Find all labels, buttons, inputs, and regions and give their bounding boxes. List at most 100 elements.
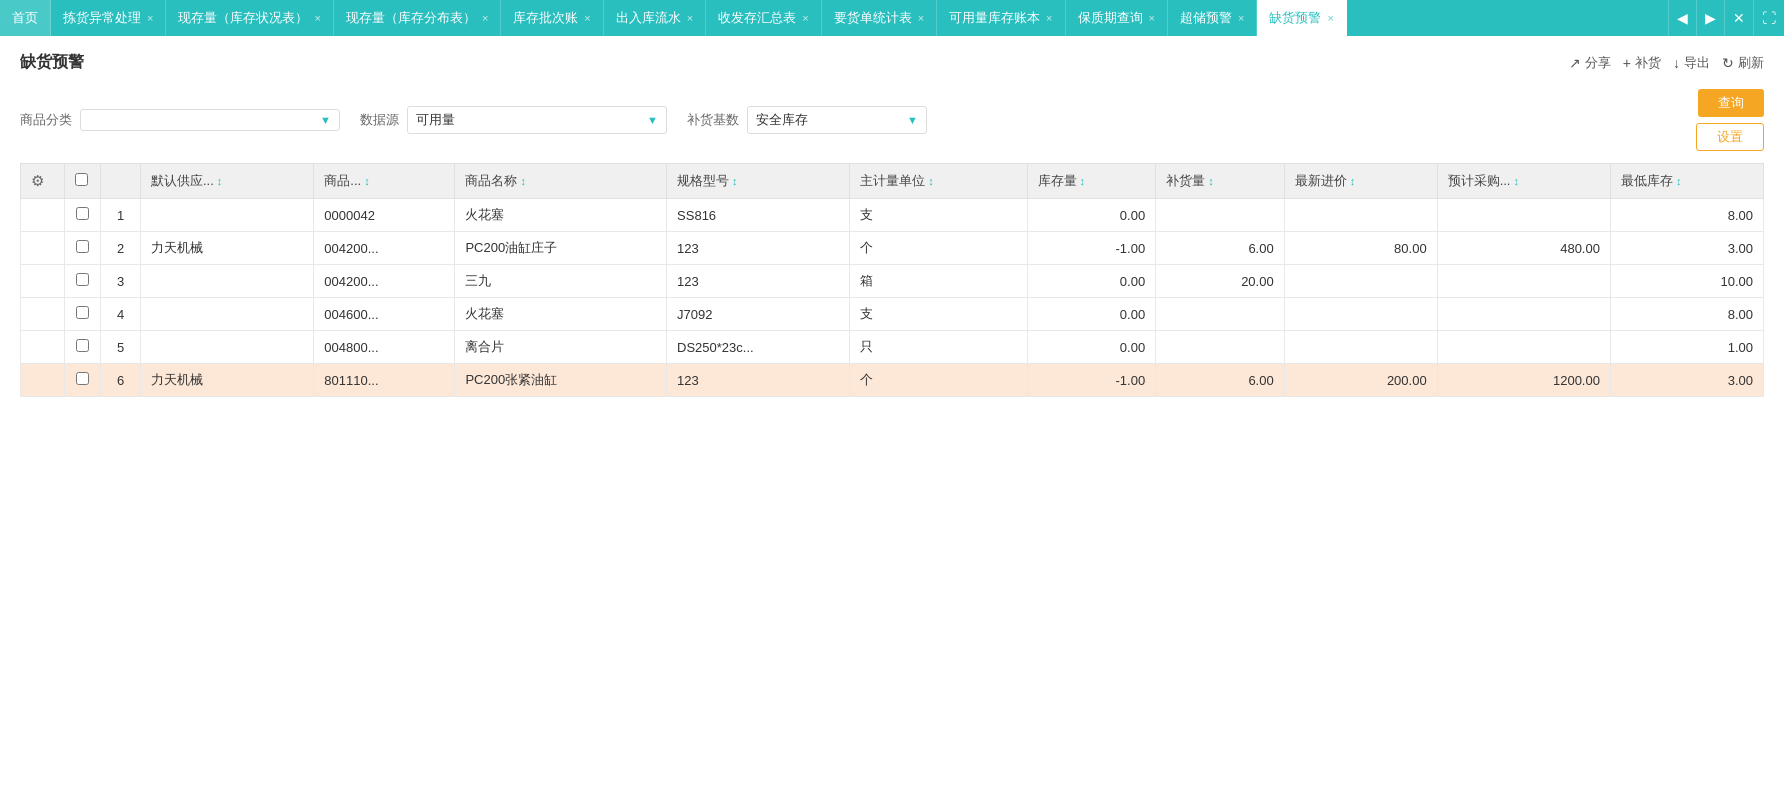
- table-row[interactable]: 5 004800... 离合片 DS250*23c... 只 0.00 1.00: [21, 331, 1764, 364]
- tab-3[interactable]: 现存量（库存分布表） ×: [334, 0, 501, 36]
- th-product-code[interactable]: 商品... ↕: [314, 164, 455, 199]
- row-unit-2: 箱: [850, 265, 1027, 298]
- row-latest-price-0: [1284, 199, 1437, 232]
- row-replenish-3: [1156, 298, 1285, 331]
- th-latest-price[interactable]: 最新进价 ↕: [1284, 164, 1437, 199]
- th-settings[interactable]: ⚙: [21, 164, 65, 199]
- share-button[interactable]: ↗ 分享: [1569, 54, 1611, 72]
- refresh-label: 刷新: [1738, 54, 1764, 72]
- tab-close-11[interactable]: ×: [1327, 12, 1333, 24]
- row-name-3: 火花塞: [455, 298, 667, 331]
- th-default-supplier[interactable]: 默认供应... ↕: [141, 164, 314, 199]
- tab-close-2[interactable]: ×: [314, 12, 320, 24]
- row-stock-1: -1.00: [1027, 232, 1156, 265]
- row-checkbox-2[interactable]: [76, 273, 89, 286]
- row-checkbox-cell[interactable]: [65, 364, 101, 397]
- refresh-icon: ↻: [1722, 55, 1734, 71]
- query-button[interactable]: 查询: [1698, 89, 1764, 117]
- column-settings-icon[interactable]: ⚙: [31, 172, 44, 189]
- table-row[interactable]: 6 力天机械 801110... PC200张紧油缸 123 个 -1.00 6…: [21, 364, 1764, 397]
- row-unit-4: 只: [850, 331, 1027, 364]
- row-supplier-0: [141, 199, 314, 232]
- tab-8[interactable]: 可用量库存账本 ×: [937, 0, 1065, 36]
- row-latest-price-4: [1284, 331, 1437, 364]
- tab-9[interactable]: 保质期查询 ×: [1066, 0, 1168, 36]
- tab-close-4[interactable]: ×: [584, 12, 590, 24]
- th-spec[interactable]: 规格型号 ↕: [667, 164, 850, 199]
- row-index-4: 5: [101, 331, 141, 364]
- th-replenish[interactable]: 补货量 ↕: [1156, 164, 1285, 199]
- settings-button[interactable]: 设置: [1696, 123, 1764, 151]
- row-replenish-4: [1156, 331, 1285, 364]
- refresh-button[interactable]: ↻ 刷新: [1722, 54, 1764, 72]
- tab-6[interactable]: 收发存汇总表 ×: [706, 0, 821, 36]
- category-label: 商品分类: [20, 111, 72, 129]
- row-checkbox-0[interactable]: [76, 207, 89, 220]
- row-checkbox-5[interactable]: [76, 372, 89, 385]
- tab-11-active[interactable]: 缺货预警 ×: [1257, 0, 1346, 36]
- export-button[interactable]: ↓ 导出: [1673, 54, 1710, 72]
- tab-home[interactable]: 首页: [0, 0, 51, 36]
- tab-7[interactable]: 要货单统计表 ×: [822, 0, 937, 36]
- table-row[interactable]: 2 力天机械 004200... PC200油缸庄子 123 个 -1.00 6…: [21, 232, 1764, 265]
- tab-5[interactable]: 出入库流水 ×: [604, 0, 706, 36]
- row-checkbox-1[interactable]: [76, 240, 89, 253]
- table-row[interactable]: 3 004200... 三九 123 箱 0.00 20.00 10.00: [21, 265, 1764, 298]
- category-select[interactable]: ▼: [80, 109, 340, 131]
- tab-close-7[interactable]: ×: [918, 12, 924, 24]
- row-checkbox-4[interactable]: [76, 339, 89, 352]
- th-stock[interactable]: 库存量 ↕: [1027, 164, 1156, 199]
- row-code-0: 0000042: [314, 199, 455, 232]
- row-code-1: 004200...: [314, 232, 455, 265]
- tab-close-10[interactable]: ×: [1238, 12, 1244, 24]
- row-checkbox-3[interactable]: [76, 306, 89, 319]
- tab-close-3[interactable]: ×: [482, 12, 488, 24]
- th-product-name[interactable]: 商品名称 ↕: [455, 164, 667, 199]
- datasource-value: 可用量: [416, 111, 455, 129]
- tab-10[interactable]: 超储预警 ×: [1168, 0, 1257, 36]
- tab-1[interactable]: 拣货异常处理 ×: [51, 0, 166, 36]
- row-stock-4: 0.00: [1027, 331, 1156, 364]
- row-unit-0: 支: [850, 199, 1027, 232]
- th-est-purchase[interactable]: 预计采购... ↕: [1437, 164, 1610, 199]
- table-row[interactable]: 1 0000042 火花塞 SS816 支 0.00 8.00: [21, 199, 1764, 232]
- datasource-select[interactable]: 可用量 ▼: [407, 106, 667, 134]
- row-spec-5: 123: [667, 364, 850, 397]
- tab-close-9[interactable]: ×: [1149, 12, 1155, 24]
- export-label: 导出: [1684, 54, 1710, 72]
- tab-close-1[interactable]: ×: [147, 12, 153, 24]
- row-checkbox-cell[interactable]: [65, 232, 101, 265]
- tab-prev-button[interactable]: ◀: [1668, 0, 1696, 36]
- row-checkbox-cell[interactable]: [65, 199, 101, 232]
- row-min-stock-2: 10.00: [1610, 265, 1763, 298]
- datasource-chevron-icon: ▼: [647, 114, 658, 126]
- row-code-2: 004200...: [314, 265, 455, 298]
- tab-close-6[interactable]: ×: [802, 12, 808, 24]
- tab-close-8[interactable]: ×: [1046, 12, 1052, 24]
- tab-fullscreen-button[interactable]: ⛶: [1753, 0, 1784, 36]
- row-checkbox-cell[interactable]: [65, 298, 101, 331]
- replenish-filter-group: 补货基数 安全库存 ▼: [687, 106, 927, 134]
- row-est-purchase-0: [1437, 199, 1610, 232]
- page-title: 缺货预警: [20, 52, 84, 73]
- row-latest-price-3: [1284, 298, 1437, 331]
- tab-close-all-button[interactable]: ✕: [1724, 0, 1753, 36]
- th-min-stock[interactable]: 最低库存 ↕: [1610, 164, 1763, 199]
- replenish-base-label: 补货基数: [687, 111, 739, 129]
- tab-close-5[interactable]: ×: [687, 12, 693, 24]
- select-all-checkbox[interactable]: [75, 173, 88, 186]
- th-unit[interactable]: 主计量单位 ↕: [850, 164, 1027, 199]
- tab-2[interactable]: 现存量（库存状况表） ×: [166, 0, 333, 36]
- row-est-purchase-5: 1200.00: [1437, 364, 1610, 397]
- share-icon: ↗: [1569, 55, 1581, 71]
- replenish-select[interactable]: 安全库存 ▼: [747, 106, 927, 134]
- row-checkbox-cell[interactable]: [65, 331, 101, 364]
- tab-next-button[interactable]: ▶: [1696, 0, 1724, 36]
- table-row[interactable]: 4 004600... 火花塞 J7092 支 0.00 8.00: [21, 298, 1764, 331]
- replenish-button[interactable]: + 补货: [1623, 54, 1661, 72]
- th-checkbox[interactable]: [65, 164, 101, 199]
- tab-4[interactable]: 库存批次账 ×: [501, 0, 603, 36]
- row-checkbox-cell[interactable]: [65, 265, 101, 298]
- sort-unit-icon: ↕: [928, 175, 934, 187]
- row-replenish-5: 6.00: [1156, 364, 1285, 397]
